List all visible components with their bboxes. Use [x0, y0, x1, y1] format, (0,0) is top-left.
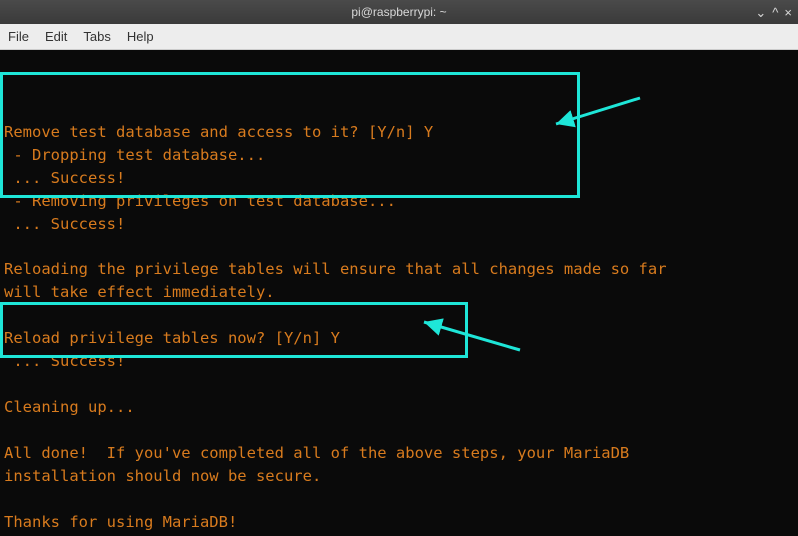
- window-title: pi@raspberrypi: ~: [351, 5, 446, 19]
- app-window: pi@raspberrypi: ~ ⌄ ^ × File Edit Tabs H…: [0, 0, 798, 536]
- terminal-line: Reload privilege tables now? [Y/n] Y: [4, 327, 794, 350]
- menu-tabs[interactable]: Tabs: [83, 29, 110, 44]
- menubar: File Edit Tabs Help: [0, 24, 798, 50]
- terminal[interactable]: Remove test database and access to it? […: [0, 50, 798, 536]
- menu-edit[interactable]: Edit: [45, 29, 67, 44]
- terminal-line: [4, 419, 794, 442]
- menu-file[interactable]: File: [8, 29, 29, 44]
- terminal-line: [4, 236, 794, 259]
- terminal-line: [4, 304, 794, 327]
- terminal-line: installation should now be secure.: [4, 465, 794, 488]
- terminal-line: - Removing privileges on test database..…: [4, 190, 794, 213]
- terminal-line: [4, 98, 794, 121]
- menu-help[interactable]: Help: [127, 29, 154, 44]
- terminal-line: ... Success!: [4, 213, 794, 236]
- terminal-line: [4, 373, 794, 396]
- titlebar: pi@raspberrypi: ~ ⌄ ^ ×: [0, 0, 798, 24]
- terminal-line: ... Success!: [4, 350, 794, 373]
- maximize-button[interactable]: ^: [772, 6, 778, 19]
- terminal-line: ... Success!: [4, 167, 794, 190]
- terminal-line: Thanks for using MariaDB!: [4, 511, 794, 534]
- terminal-line: Remove test database and access to it? […: [4, 121, 794, 144]
- terminal-line: Cleaning up...: [4, 396, 794, 419]
- terminal-line: will take effect immediately.: [4, 281, 794, 304]
- close-button[interactable]: ×: [784, 6, 792, 19]
- titlebar-controls: ⌄ ^ ×: [755, 6, 792, 19]
- terminal-line: [4, 488, 794, 511]
- terminal-line: All done! If you've completed all of the…: [4, 442, 794, 465]
- minimize-button[interactable]: ⌄: [755, 6, 766, 19]
- terminal-line: - Dropping test database...: [4, 144, 794, 167]
- terminal-line: Reloading the privilege tables will ensu…: [4, 258, 794, 281]
